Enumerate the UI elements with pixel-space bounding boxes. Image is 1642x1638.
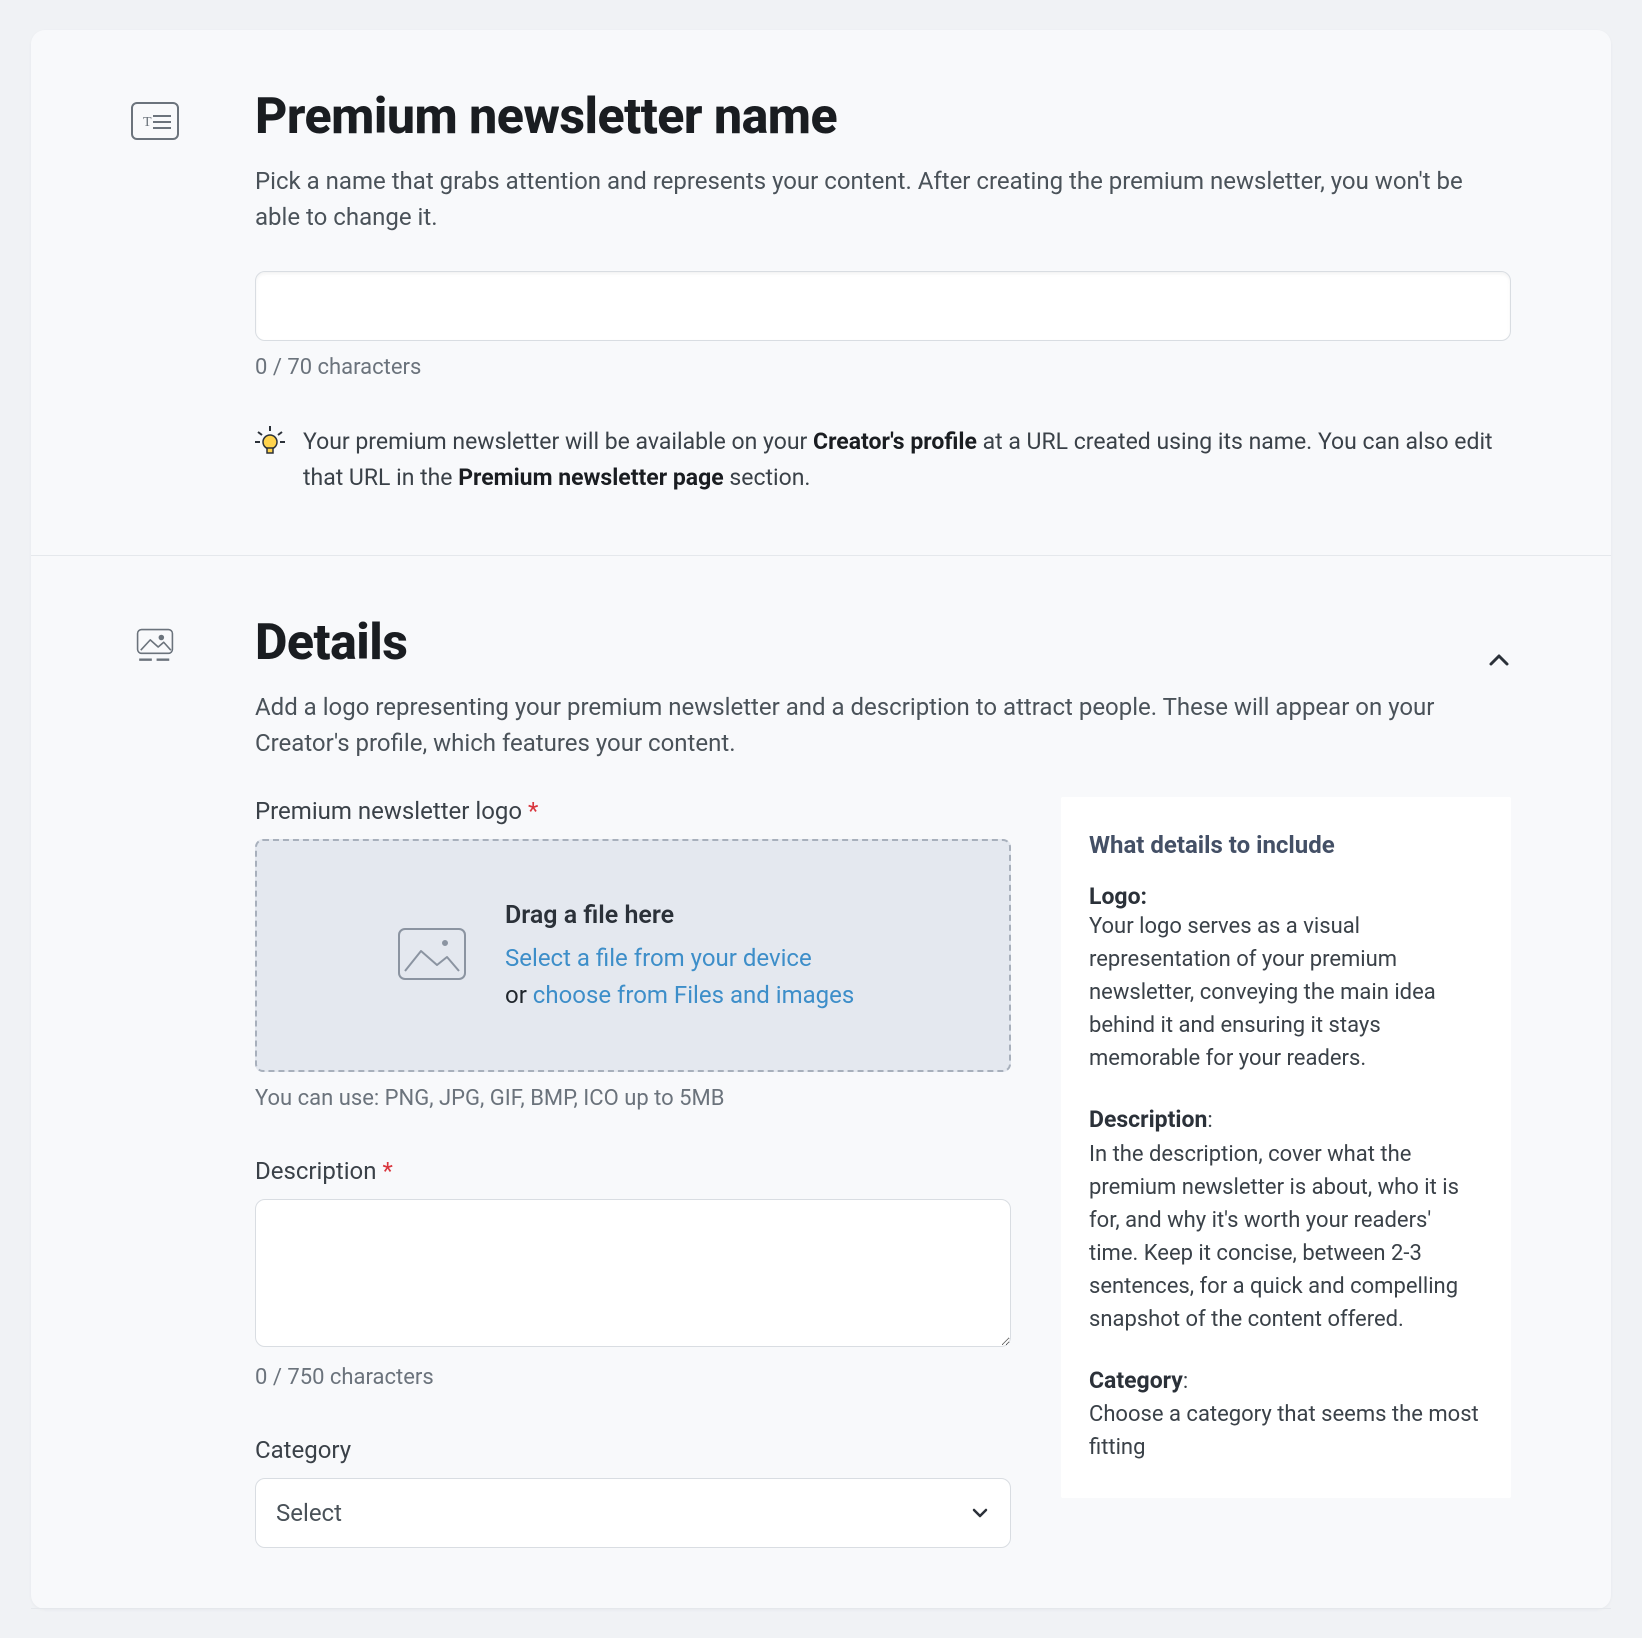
- newsletter-name-section: T Premium newsletter name Pick a name th…: [31, 30, 1611, 556]
- info-heading: What details to include: [1089, 831, 1483, 859]
- description-textarea[interactable]: [255, 1199, 1011, 1347]
- category-label: Category: [255, 1436, 1011, 1464]
- details-description: Add a logo representing your premium new…: [255, 689, 1511, 761]
- tip-row: Your premium newsletter will be availabl…: [255, 424, 1511, 495]
- info-logo-body: Your logo serves as a visual representat…: [1089, 910, 1483, 1075]
- tip-text: Your premium newsletter will be availabl…: [303, 424, 1511, 495]
- info-logo-label: Logo:: [1089, 883, 1483, 910]
- drag-title: Drag a file here: [505, 897, 854, 936]
- chevron-down-icon: [970, 1503, 990, 1523]
- description-label: Description *: [255, 1157, 1011, 1185]
- name-char-counter: 0 / 70 characters: [255, 355, 1511, 380]
- details-title: Details: [255, 616, 1511, 671]
- description-field: Description * 0 / 750 characters: [255, 1157, 1011, 1390]
- select-file-link[interactable]: Select a file from your device: [505, 944, 812, 972]
- logo-dropzone[interactable]: Drag a file here Select a file from your…: [255, 839, 1011, 1072]
- image-placeholder-icon: [397, 927, 467, 985]
- lightbulb-icon: [255, 426, 285, 460]
- info-desc-label: Description: [1089, 1106, 1207, 1133]
- name-title: Premium newsletter name: [255, 90, 1511, 145]
- logo-label: Premium newsletter logo *: [255, 797, 1011, 825]
- info-cat-label: Category: [1089, 1367, 1183, 1394]
- category-select[interactable]: Select: [255, 1478, 1011, 1548]
- or-text: or: [505, 981, 533, 1009]
- newsletter-name-input[interactable]: [255, 271, 1511, 341]
- info-cat-body: Choose a category that seems the most fi…: [1089, 1398, 1483, 1464]
- settings-card: T Premium newsletter name Pick a name th…: [31, 30, 1611, 1609]
- logo-field: Premium newsletter logo *: [255, 797, 1011, 1111]
- choose-files-link[interactable]: choose from Files and images: [533, 981, 854, 1009]
- logo-helper: You can use: PNG, JPG, GIF, BMP, ICO up …: [255, 1086, 1011, 1111]
- text-input-icon: T: [131, 102, 179, 144]
- chevron-up-icon: [1487, 648, 1511, 672]
- collapse-toggle[interactable]: [1487, 648, 1511, 676]
- name-description: Pick a name that grabs attention and rep…: [255, 163, 1511, 235]
- image-details-icon: [131, 628, 179, 670]
- category-selected-value: Select: [276, 1499, 342, 1527]
- info-panel: What details to include Logo: Your logo …: [1061, 797, 1511, 1498]
- info-desc-body: In the description, cover what the premi…: [1089, 1138, 1483, 1336]
- svg-text:T: T: [143, 115, 152, 130]
- description-char-counter: 0 / 750 characters: [255, 1365, 1011, 1390]
- details-section: Details Add a logo representing your pre…: [31, 556, 1611, 1609]
- category-field: Category Select: [255, 1436, 1011, 1548]
